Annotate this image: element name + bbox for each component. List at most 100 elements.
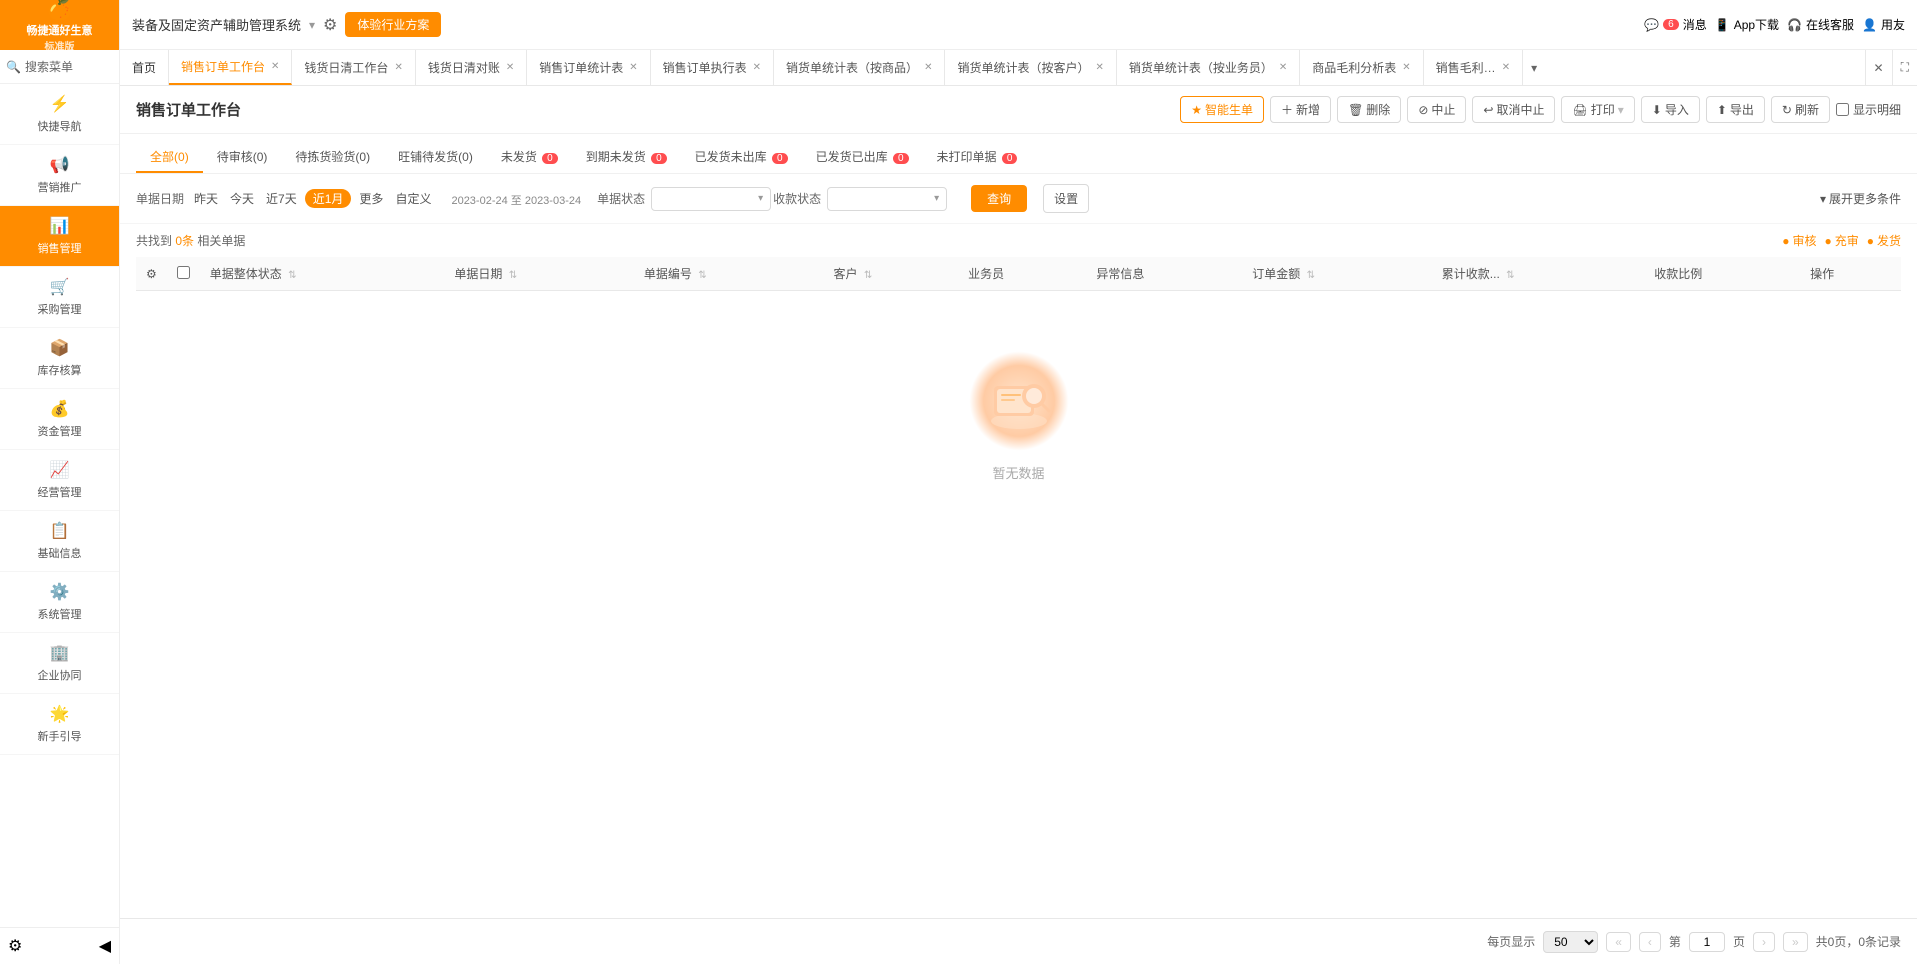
first-page-button[interactable]: «	[1606, 932, 1631, 952]
page-size-select[interactable]: 50 10 20 100	[1543, 931, 1598, 953]
print-button[interactable]: 🖨 打印 ▾	[1561, 96, 1634, 123]
column-settings-icon[interactable]: ⚙	[146, 267, 157, 281]
show-detail-label[interactable]: 显示明细	[1836, 101, 1901, 118]
sidebar-item-quick-nav[interactable]: ⚡ 快捷导航	[0, 84, 119, 145]
sidebar-item-label: 基础信息	[38, 545, 82, 561]
sidebar-item-label: 经营管理	[38, 484, 82, 500]
select-all-checkbox[interactable]	[177, 266, 190, 279]
tab-close-icon[interactable]: ✕	[1095, 62, 1103, 73]
sub-tab-pending-review[interactable]: 待审核(0)	[203, 142, 282, 173]
sidebar-item-system[interactable]: ⚙️ 系统管理	[0, 572, 119, 633]
settings-header-icon[interactable]: ⚙	[323, 15, 337, 35]
add-button[interactable]: ＋ 新增	[1270, 96, 1331, 123]
delete-button[interactable]: 🗑 删除	[1337, 96, 1401, 123]
payment-select[interactable]	[827, 187, 947, 211]
th-settings[interactable]: ⚙	[136, 257, 167, 291]
sidebar-item-guide[interactable]: 🌟 新手引导	[0, 694, 119, 755]
query-button[interactable]: 查询	[971, 185, 1027, 212]
tab-close-icon[interactable]: ✕	[629, 62, 637, 73]
cancel-stop-button[interactable]: ↩ 取消中止	[1472, 96, 1555, 123]
tab-close-icon[interactable]: ✕	[394, 62, 402, 73]
collapse-icon[interactable]: ◀	[99, 936, 111, 956]
date-opt-yesterday[interactable]: 昨天	[190, 188, 222, 209]
tab-more-button[interactable]: ▾	[1523, 50, 1545, 85]
sidebar-search[interactable]: 🔍 搜索菜单	[0, 50, 119, 84]
expand-filter-button[interactable]: ▾ 展开更多条件	[1820, 190, 1901, 207]
sidebar-item-enterprise[interactable]: 🏢 企业协同	[0, 633, 119, 694]
sub-tab-overdue-unshipped[interactable]: 到期未发货 0	[572, 142, 681, 173]
sidebar-item-finance[interactable]: 💰 资金管理	[0, 389, 119, 450]
date-opt-today[interactable]: 今天	[226, 188, 258, 209]
message-item[interactable]: 💬 6 消息	[1644, 16, 1707, 33]
tab-cash-reconcile[interactable]: 钱货日清对账 ✕	[416, 50, 527, 85]
tab-close-icon[interactable]: ✕	[753, 62, 761, 73]
last-page-button[interactable]: »	[1783, 932, 1808, 952]
date-opt-last1month[interactable]: 近1月	[305, 189, 352, 208]
tab-close-icon[interactable]: ✕	[1502, 62, 1510, 73]
status-select[interactable]	[651, 187, 771, 211]
tab-close-icon[interactable]: ✕	[1279, 62, 1287, 73]
sub-tab-shipped-not-out[interactable]: 已发货未出库 0	[681, 142, 802, 173]
revoke-action-button[interactable]: ● 充审	[1824, 232, 1858, 249]
sidebar-item-inventory[interactable]: 📦 库存核算	[0, 328, 119, 389]
show-detail-checkbox[interactable]	[1836, 103, 1849, 116]
smart-generate-button[interactable]: ★ 智能生单	[1180, 96, 1264, 123]
tab-home[interactable]: 首页	[120, 50, 169, 85]
tab-sales-more[interactable]: 销售毛利… ✕	[1424, 50, 1523, 85]
sidebar-item-sales[interactable]: 📊 销售管理	[0, 206, 119, 267]
app-download-item[interactable]: 📱 App下载	[1715, 16, 1779, 33]
ship-action-button[interactable]: ● 发货	[1867, 232, 1901, 249]
tab-close-icon[interactable]: ✕	[271, 61, 279, 72]
stop-button[interactable]: ⊘ 中止	[1407, 96, 1466, 123]
date-opt-more[interactable]: 更多	[355, 188, 387, 209]
th-staff[interactable]: 业务员	[958, 257, 1086, 291]
audit-action-button[interactable]: ● 审核	[1782, 232, 1816, 249]
sidebar-item-marketing[interactable]: 📢 营销推广	[0, 145, 119, 206]
sub-tab-all[interactable]: 全部(0)	[136, 142, 203, 173]
tab-sales-staff[interactable]: 销货单统计表（按业务员） ✕	[1117, 50, 1300, 85]
th-amount[interactable]: 订单金额 ⇅	[1242, 257, 1432, 291]
online-service-item[interactable]: 🎧 在线客服	[1787, 16, 1854, 33]
tab-sales-exec[interactable]: 销售订单执行表 ✕	[651, 50, 774, 85]
tab-sales-product[interactable]: 销货单统计表（按商品） ✕	[774, 50, 945, 85]
dropdown-arrow-icon[interactable]: ▾	[309, 18, 315, 32]
th-checkbox[interactable]	[167, 257, 200, 291]
sidebar-item-operation[interactable]: 📈 经营管理	[0, 450, 119, 511]
th-number[interactable]: 单据编号 ⇅	[634, 257, 824, 291]
tab-prev-button[interactable]: ✕	[1865, 50, 1892, 85]
sub-tab-shipped-out[interactable]: 已发货已出库 0	[802, 142, 923, 173]
th-customer[interactable]: 客户 ⇅	[823, 257, 958, 291]
tab-sales-workbench[interactable]: 销售订单工作台 ✕	[169, 50, 292, 85]
tab-cash-daily[interactable]: 钱货日清工作台 ✕	[292, 50, 415, 85]
tab-close-icon[interactable]: ✕	[1402, 62, 1410, 73]
sub-tab-unprinted[interactable]: 未打印单据 0	[923, 142, 1032, 173]
tab-close-icon[interactable]: ✕	[506, 62, 514, 73]
settings-icon[interactable]: ⚙	[8, 936, 22, 956]
next-page-button[interactable]: ›	[1753, 932, 1775, 952]
refresh-button[interactable]: ↻ 刷新	[1771, 96, 1830, 123]
import-button[interactable]: ⬇ 导入	[1641, 96, 1700, 123]
th-exception[interactable]: 异常信息	[1086, 257, 1242, 291]
sidebar-item-purchase[interactable]: 🛒 采购管理	[0, 267, 119, 328]
tab-sales-customer[interactable]: 销货单统计表（按客户） ✕	[945, 50, 1116, 85]
sub-tab-pending-inspect[interactable]: 待拣货验货(0)	[281, 142, 384, 173]
th-date[interactable]: 单据日期 ⇅	[444, 257, 634, 291]
experience-button[interactable]: 体验行业方案	[345, 12, 441, 37]
settings-filter-button[interactable]: 设置	[1043, 184, 1089, 213]
prev-page-button[interactable]: ‹	[1639, 932, 1661, 952]
tab-product-margin[interactable]: 商品毛利分析表 ✕	[1300, 50, 1423, 85]
export-button[interactable]: ⬆ 导出	[1706, 96, 1765, 123]
sidebar-item-basic[interactable]: 📋 基础信息	[0, 511, 119, 572]
sub-tab-unshipped[interactable]: 未发货 0	[487, 142, 572, 173]
tab-sales-stat[interactable]: 销售订单统计表 ✕	[527, 50, 650, 85]
th-status[interactable]: 单据整体状态 ⇅	[200, 257, 445, 291]
page-number-input[interactable]	[1689, 932, 1725, 952]
th-ratio[interactable]: 收款比例	[1644, 257, 1800, 291]
th-collected[interactable]: 累计收款... ⇅	[1432, 257, 1644, 291]
tab-expand-button[interactable]: ⛶	[1892, 50, 1917, 85]
user-item[interactable]: 👤 用友	[1862, 16, 1905, 33]
tab-close-icon[interactable]: ✕	[924, 62, 932, 73]
sub-tab-wangpu-ship[interactable]: 旺铺待发货(0)	[384, 142, 487, 173]
date-opt-last7[interactable]: 近7天	[262, 188, 301, 209]
date-opt-custom[interactable]: 自定义	[391, 188, 435, 209]
